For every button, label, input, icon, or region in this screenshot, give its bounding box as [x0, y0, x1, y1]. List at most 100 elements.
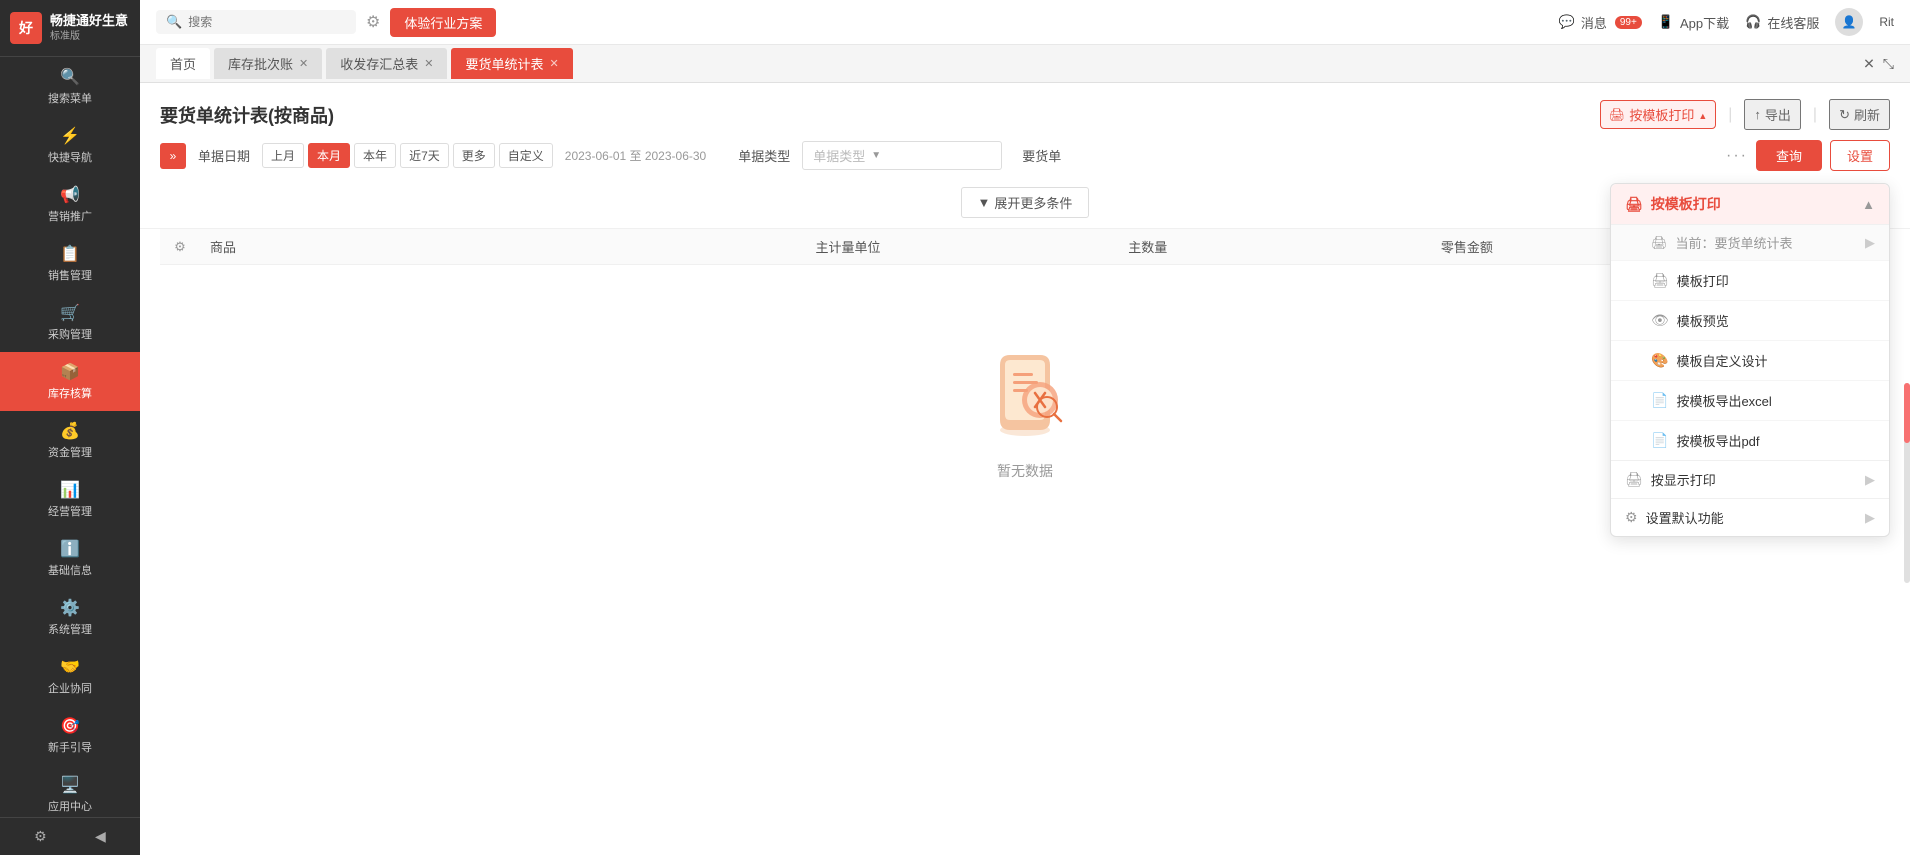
print-chevron-up-icon	[1698, 107, 1707, 122]
date-btn-0[interactable]: 上月	[262, 143, 304, 168]
filter-row-1: » 单据日期 上月本月本年近7天更多自定义 2023-06-01 至 2023-…	[160, 140, 1890, 171]
dropdown-sections: 🖨按显示打印▶⚙设置默认功能▶	[1611, 460, 1889, 536]
template-preview-icon: 👁	[1651, 312, 1669, 329]
sidebar-item-finance[interactable]: 💰资金管理	[0, 411, 140, 470]
search-box[interactable]: 🔍	[156, 10, 356, 34]
template-print-icon: 🖨	[1651, 272, 1669, 289]
date-btn-4[interactable]: 更多	[453, 143, 495, 168]
dropdown-header[interactable]: 🖨 按模板打印 ▲	[1611, 184, 1889, 224]
current-arrow-icon: ▶	[1865, 235, 1875, 251]
export-icon: ↑	[1754, 107, 1761, 122]
current-icon: 🖨	[1651, 235, 1668, 251]
top-bar-right: 💬 消息 99+ 📱 App下载 🎧 在线客服 👤 Rit	[1559, 8, 1894, 36]
marketing-icon: 📢	[60, 185, 80, 205]
expand-more-button[interactable]: ▼ 展开更多条件	[961, 187, 1090, 218]
type-select-value: 单据类型	[813, 146, 865, 165]
sidebar-item-sales[interactable]: 📋销售管理	[0, 234, 140, 293]
tab-close-order-stats-icon[interactable]: ✕	[550, 57, 559, 70]
refresh-button[interactable]: ↻ 刷新	[1829, 99, 1890, 130]
sidebar-item-marketing[interactable]: 📢营销推广	[0, 175, 140, 234]
dropdown-section-default-func[interactable]: ⚙设置默认功能▶	[1611, 498, 1889, 536]
dropdown-item-template-preview[interactable]: 👁模板预览	[1611, 300, 1889, 340]
page-header: 要货单统计表(按商品) 🖨 按模板打印 | ↑ 导出 | ↻ 刷新	[140, 83, 1910, 140]
sidebar-item-purchase[interactable]: 🛒采购管理	[0, 293, 140, 352]
logo-text: 畅捷通好生意 标准版	[50, 13, 128, 43]
default-func-icon: ⚙	[1625, 509, 1638, 526]
date-btn-5[interactable]: 自定义	[499, 143, 553, 168]
dropdown-item-template-print[interactable]: 🖨模板打印	[1611, 260, 1889, 300]
sidebar-item-enterprise[interactable]: 🤝企业协同	[0, 647, 140, 706]
right-scrollbar[interactable]	[1904, 383, 1910, 583]
date-range: 2023-06-01 至 2023-06-30	[565, 147, 706, 164]
dropdown-item-template-excel[interactable]: 📄按模板导出excel	[1611, 380, 1889, 420]
dropdown-items: 🖨模板打印👁模板预览🎨模板自定义设计📄按模板导出excel📄按模板导出pdf	[1611, 260, 1889, 460]
settings-icon[interactable]: ⚙	[34, 828, 47, 845]
tabs-controls: ✕ ⤡	[1863, 55, 1894, 72]
printer-dropdown-icon: 🖨	[1625, 196, 1643, 213]
date-btn-2[interactable]: 本年	[354, 143, 396, 168]
online-service-group[interactable]: 🎧 在线客服	[1745, 13, 1819, 32]
top-bar: 🔍 ⚙ 体验行业方案 💬 消息 99+ 📱 App下载 🎧 在线客服 👤 Rit	[140, 0, 1910, 45]
query-button[interactable]: 查询	[1756, 140, 1822, 171]
empty-text: 暂无数据	[997, 461, 1053, 481]
sidebar-item-apps[interactable]: 🖥️应用中心	[0, 765, 140, 817]
date-btn-3[interactable]: 近7天	[400, 143, 449, 168]
filter-expand-icon[interactable]: »	[160, 143, 186, 169]
date-label: 单据日期	[198, 146, 250, 165]
dropdown-item-template-design[interactable]: 🎨模板自定义设计	[1611, 340, 1889, 380]
sidebar-item-inventory[interactable]: 📦库存核算	[0, 352, 140, 411]
export-button[interactable]: ↑ 导出	[1744, 99, 1801, 130]
shortcut-icon: ⚡	[60, 126, 80, 146]
search-input[interactable]	[188, 15, 346, 29]
finance-icon: 💰	[60, 421, 80, 441]
app-download-group[interactable]: 📱 App下载	[1658, 13, 1729, 32]
more-actions-icon[interactable]: ···	[1726, 147, 1748, 165]
sidebar-nav: 🔍搜索菜单⚡快捷导航📢营销推广📋销售管理🛒采购管理📦库存核算💰资金管理📊经营管理…	[0, 57, 140, 817]
template-design-icon: 🎨	[1651, 352, 1668, 369]
expand-tab-icon[interactable]: ⤡	[1883, 55, 1894, 72]
refresh-icon: ↻	[1839, 107, 1850, 123]
sales-icon: 📋	[60, 244, 80, 264]
tab-close-inventory-batch-icon[interactable]: ✕	[299, 57, 308, 70]
headset-icon: 🎧	[1745, 14, 1761, 30]
tab-order-stats[interactable]: 要货单统计表✕	[451, 48, 572, 79]
print-button[interactable]: 🖨 按模板打印	[1600, 100, 1716, 129]
col-product-header: 商品	[200, 237, 805, 256]
gear-icon[interactable]: ⚙	[366, 12, 380, 32]
tab-close-receipt-summary-icon[interactable]: ✕	[424, 57, 433, 70]
template-excel-icon: 📄	[1651, 392, 1668, 409]
tab-home[interactable]: 首页	[156, 48, 210, 79]
sound-icon[interactable]: ◀	[95, 828, 106, 845]
dropdown-item-template-pdf[interactable]: 📄按模板导出pdf	[1611, 420, 1889, 460]
messages-icon: 💬	[1559, 14, 1575, 30]
page-actions: 🖨 按模板打印 | ↑ 导出 | ↻ 刷新	[1600, 99, 1890, 130]
messages-badge: 99+	[1615, 16, 1642, 29]
enterprise-icon: 🤝	[60, 657, 80, 677]
tab-receipt-summary[interactable]: 收发存汇总表✕	[326, 48, 447, 79]
sidebar-item-system[interactable]: ⚙️系统管理	[0, 588, 140, 647]
tabs-bar: 首页库存批次账✕收发存汇总表✕要货单统计表✕ ✕ ⤡	[140, 45, 1910, 83]
close-tab-icon[interactable]: ✕	[1863, 55, 1875, 72]
sidebar-item-basic[interactable]: ℹ️基础信息	[0, 529, 140, 588]
industry-solution-button[interactable]: 体验行业方案	[390, 8, 496, 37]
type-select-arrow-icon: ▼	[871, 150, 881, 161]
sidebar-item-guide[interactable]: 🎯新手引导	[0, 706, 140, 765]
settings-button[interactable]: 设置	[1830, 140, 1890, 171]
col-settings-icon[interactable]: ⚙	[160, 239, 200, 255]
type-select[interactable]: 单据类型 ▼	[802, 141, 1002, 170]
sidebar-bottom: ⚙ ◀	[0, 817, 140, 855]
sidebar: 好 畅捷通好生意 标准版 🔍搜索菜单⚡快捷导航📢营销推广📋销售管理🛒采购管理📦库…	[0, 0, 140, 855]
tab-inventory-batch[interactable]: 库存批次账✕	[214, 48, 322, 79]
operations-icon: 📊	[60, 480, 80, 500]
search-icon: 🔍	[166, 14, 182, 30]
messages-group[interactable]: 💬 消息 99+	[1559, 13, 1642, 32]
col-qty-header: 主数量	[1118, 237, 1431, 256]
date-btn-1[interactable]: 本月	[308, 143, 350, 168]
dropdown-section-display-print[interactable]: 🖨按显示打印▶	[1611, 460, 1889, 498]
sidebar-item-shortcut[interactable]: ⚡快捷导航	[0, 116, 140, 175]
system-icon: ⚙️	[60, 598, 80, 618]
dropdown-current-item: 🖨 当前：要货单统计表 ▶	[1611, 224, 1889, 260]
sidebar-item-operations[interactable]: 📊经营管理	[0, 470, 140, 529]
sidebar-item-search[interactable]: 🔍搜索菜单	[0, 57, 140, 116]
page-title: 要货单统计表(按商品)	[160, 102, 334, 128]
